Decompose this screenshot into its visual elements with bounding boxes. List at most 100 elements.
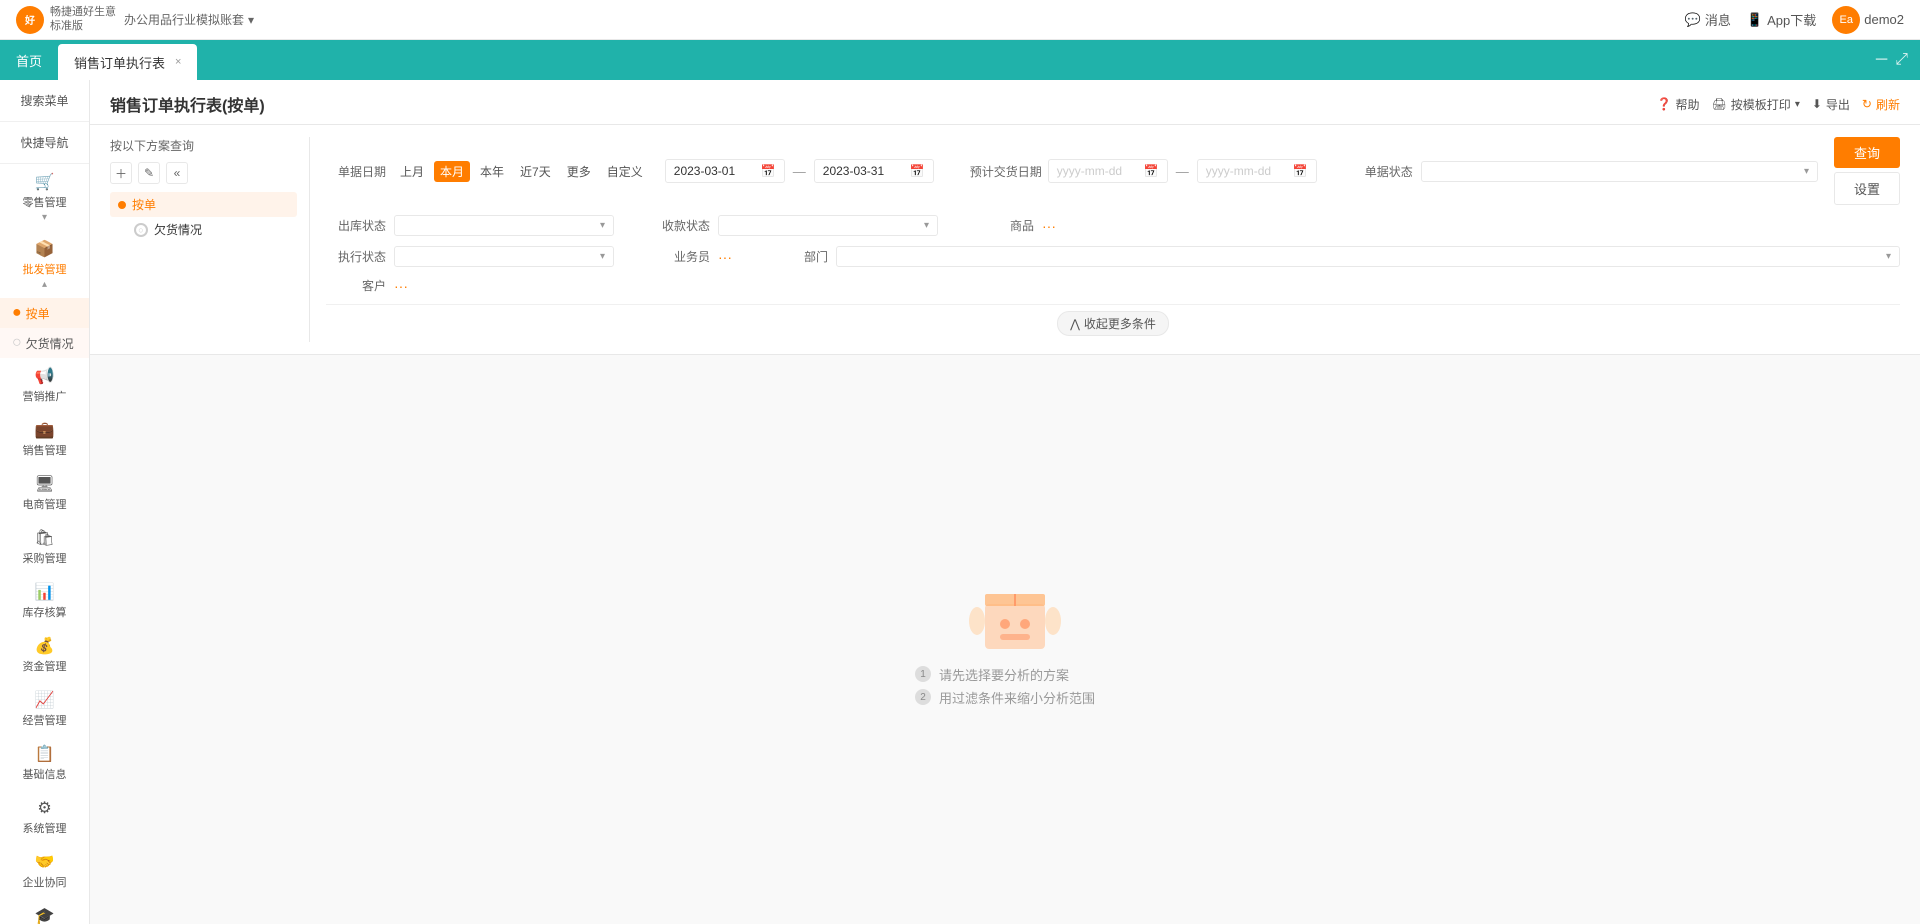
ecommerce-icon: 🖥 [34,474,54,494]
sidebar-item-debt[interactable]: ○ 欠货情况 [0,328,89,358]
sub-plan-dot-icon: ○ [134,223,148,237]
customer-more-button[interactable]: ··· [394,278,408,294]
app-download-button[interactable]: 📱 App下载 [1747,10,1816,29]
filter-row-4: 客户 ··· [326,277,1900,294]
tab-close-icon[interactable]: × [175,56,181,68]
data-area: 1 请先选择要分析的方案 2 用过滤条件来缩小分析范围 [90,355,1920,924]
collapse-plan-button[interactable]: « [166,162,188,184]
app-download-icon: 📱 [1747,12,1763,28]
sidebar-item-basic[interactable]: 📋 基础信息 [0,736,89,790]
date-end-calendar-icon: 📅 [910,164,925,178]
tab-home[interactable]: 首页 [0,40,58,80]
date-start-input[interactable]: 2023-03-01 📅 [665,159,785,183]
shortcut-nav-button[interactable]: 快捷导航 [0,130,89,155]
filter-shipment-status-item: 出库状态 ▾ [326,215,614,236]
search-menu-button[interactable]: 搜索菜单 [8,88,81,113]
date-btn-last-month[interactable]: 上月 [394,161,430,182]
exec-status-dropdown-icon: ▾ [600,251,605,262]
tab-window-actions: ─ ⤢ [1864,51,1920,69]
template-print-button[interactable]: 🖨 按模板打印 ▾ [1712,96,1800,113]
retail-expand-icon: ▾ [42,212,47,223]
date-btn-more[interactable]: 更多 [561,161,597,182]
payment-status-select[interactable]: ▾ [718,215,938,236]
date-btn-this-year[interactable]: 本年 [474,161,510,182]
department-select[interactable]: ▾ [836,246,1900,267]
date-end-input[interactable]: 2023-03-31 📅 [814,159,934,183]
filter-row-2: 出库状态 ▾ 收款状态 ▾ [326,215,1900,236]
sub-plan-item-debt[interactable]: ○ 欠货情况 [110,217,297,242]
date-btn-this-month[interactable]: 本月 [434,161,470,182]
print-dropdown-icon: ▾ [1795,99,1800,110]
maximize-icon[interactable]: ⤢ [1895,51,1908,69]
tab-sales-order[interactable]: 销售订单执行表 × [58,44,197,80]
sidebar-item-wholesale[interactable]: 📦 批发管理 ▴ [0,231,89,298]
doc-status-label: 单据状态 [1353,163,1413,180]
goods-more-button[interactable]: ··· [1042,218,1056,234]
help-button[interactable]: ❓ 帮助 [1657,96,1700,113]
date-start-calendar-icon: 📅 [761,164,776,178]
plan-actions: ＋ ✎ « [110,162,297,184]
doc-status-select[interactable]: ▾ [1421,161,1818,182]
debt-dot-icon: ○ [12,334,22,352]
breadcrumb: 办公用品行业模拟账套 ▾ [124,11,254,28]
date-label: 单据日期 [326,163,386,180]
plan-item-press[interactable]: 按单 [110,192,297,217]
enterprise-icon: 🤝 [35,852,55,872]
message-button[interactable]: 💬 消息 [1685,10,1731,29]
sidebar-search-section: 搜索菜单 [0,80,89,122]
query-button[interactable]: 查询 [1834,137,1900,168]
breadcrumb-dropdown-icon[interactable]: ▾ [248,13,254,27]
collapse-button[interactable]: ⋀ 收起更多条件 [1057,311,1169,336]
minimize-icon[interactable]: ─ [1876,51,1887,69]
basic-icon: 📋 [35,744,55,764]
help-icon: ❓ [1657,97,1672,111]
sidebar-item-enterprise[interactable]: 🤝 企业协同 [0,844,89,898]
sidebar-item-purchase[interactable]: 🛍 采购管理 [0,520,89,574]
salesperson-more-button[interactable]: ··· [718,249,732,265]
sidebar-item-finance[interactable]: 💰 资金管理 [0,628,89,682]
estimated-date-end-calendar-icon: 📅 [1293,164,1308,178]
filter-date-range-item: 2023-03-01 📅 — 2023-03-31 📅 [665,159,934,183]
goods-label: 商品 [974,217,1034,234]
sidebar: 搜索菜单 快捷导航 🛒 零售管理 ▾ 📦 批发管理 ▴ ● 按单 ○ 欠货情况 [0,80,90,924]
sidebar-item-marketing[interactable]: 📢 营销推广 [0,358,89,412]
empty-tip-1: 1 请先选择要分析的方案 [915,665,1095,684]
refresh-button[interactable]: ↻ 刷新 [1862,96,1900,113]
sidebar-item-retail[interactable]: 🛒 零售管理 ▾ [0,164,89,231]
settings-button[interactable]: 设置 [1834,172,1900,205]
sidebar-item-operation[interactable]: 📈 经营管理 [0,682,89,736]
filter-payment-status-item: 收款状态 ▾ [650,215,938,236]
user-menu[interactable]: Ea demo2 [1832,6,1904,34]
filter-row-3: 执行状态 ▾ 业务员 ··· 部门 [326,246,1900,267]
estimated-date-end-input[interactable]: yyyy-mm-dd 📅 [1197,159,1317,183]
filter-row-1: 单据日期 上月 本月 本年 近7天 更多 自定义 [326,137,1900,205]
sidebar-item-press[interactable]: ● 按单 [0,298,89,328]
sidebar-item-inventory[interactable]: 📊 库存核算 [0,574,89,628]
add-plan-button[interactable]: ＋ [110,162,132,184]
sidebar-item-sales[interactable]: 💼 销售管理 [0,412,89,466]
shipment-status-select[interactable]: ▾ [394,215,614,236]
main-layout: 搜索菜单 快捷导航 🛒 零售管理 ▾ 📦 批发管理 ▴ ● 按单 ○ 欠货情况 [0,80,1920,924]
date-shortcuts: 上月 本月 本年 近7天 更多 自定义 [394,161,649,182]
filter-customer-item: 客户 ··· [326,277,408,294]
sidebar-item-system[interactable]: ⚙ 系统管理 [0,790,89,844]
finance-icon: 💰 [35,636,55,656]
sidebar-item-ecommerce[interactable]: 🖥 电商管理 [0,466,89,520]
export-button[interactable]: ⬇ 导出 [1812,96,1850,113]
filter-fields-panel: 单据日期 上月 本月 本年 近7天 更多 自定义 [310,137,1900,342]
message-icon: 💬 [1685,12,1701,28]
date-btn-7days[interactable]: 近7天 [514,161,557,182]
filter-layout: 按以下方案查询 ＋ ✎ « 按单 ○ 欠货情况 [110,137,1900,342]
logo-text: 畅捷通好生意 标准版 [50,6,116,32]
plan-section-title: 按以下方案查询 [110,137,297,154]
estimated-date-start-input[interactable]: yyyy-mm-dd 📅 [1048,159,1168,183]
exec-status-select[interactable]: ▾ [394,246,614,267]
date-btn-custom[interactable]: 自定义 [601,161,649,182]
empty-tip-2: 2 用过滤条件来缩小分析范围 [915,688,1095,707]
edit-plan-button[interactable]: ✎ [138,162,160,184]
sidebar-item-newbie[interactable]: 🎓 新手引导 [0,898,89,924]
press-dot-icon: ● [12,304,22,322]
shipment-status-label: 出库状态 [326,217,386,234]
estimated-date-label: 预计交货日期 [970,163,1040,180]
print-icon: 🖨 [1712,97,1727,111]
